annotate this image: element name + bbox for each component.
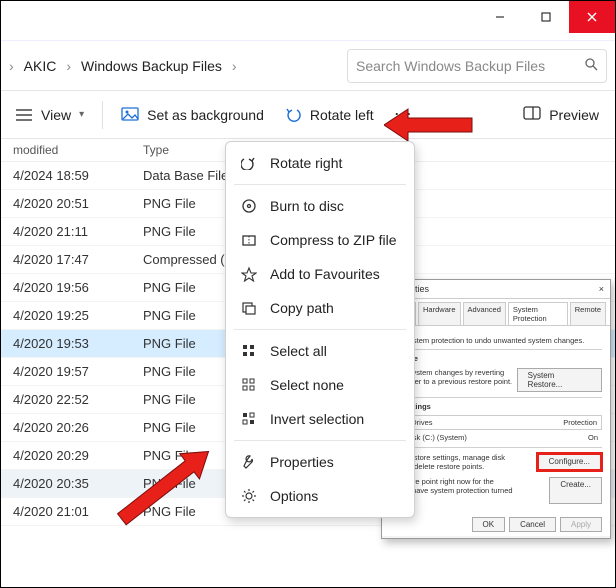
system-properties-dialog: Properties × Name Hardware Advanced Syst… [381, 279, 611, 539]
set-background-label: Set as background [147, 107, 264, 123]
copy-path-icon [240, 299, 258, 317]
column-modified[interactable]: modified [9, 143, 139, 157]
chevron-right-icon: › [66, 58, 71, 74]
tab-hardware[interactable]: Hardware [418, 302, 461, 325]
preview-button[interactable]: Preview [523, 106, 611, 123]
menu-select-none[interactable]: Select none [226, 368, 414, 402]
search-placeholder: Search Windows Backup Files [356, 58, 545, 74]
crumb-item[interactable]: Windows Backup Files [81, 58, 222, 74]
cancel-button[interactable]: Cancel [509, 517, 556, 532]
drive-status: On [588, 433, 598, 442]
menu-label: Add to Favourites [270, 266, 380, 282]
tab-system-protection[interactable]: System Protection [508, 302, 568, 325]
system-restore-button[interactable]: System Restore... [517, 368, 602, 392]
close-button[interactable] [569, 1, 615, 33]
cell-modified: 4/2020 19:25 [9, 308, 139, 323]
view-button[interactable]: View ▾ [5, 100, 94, 130]
menu-label: Invert selection [270, 411, 364, 427]
protection-header: Protection [563, 418, 597, 427]
menu-label: Select none [270, 377, 344, 393]
dialog-text: Use system protection to undo unwanted s… [390, 336, 602, 345]
cell-modified: 4/2020 22:52 [9, 392, 139, 407]
breadcrumb[interactable]: › AKIC › Windows Backup Files › [9, 58, 237, 74]
picture-icon [121, 106, 139, 124]
divider [102, 101, 103, 129]
menu-label: Burn to disc [270, 198, 344, 214]
menu-label: Compress to ZIP file [270, 232, 397, 248]
menu-label: Rotate right [270, 155, 342, 171]
menu-separator [234, 440, 406, 441]
menu-burn[interactable]: Burn to disc [226, 189, 414, 223]
disc-icon [240, 197, 258, 215]
menu-label: Properties [270, 454, 334, 470]
configure-button[interactable]: Configure... [537, 453, 602, 471]
wrench-icon [240, 453, 258, 471]
cell-modified: 4/2020 19:53 [9, 336, 139, 351]
rotate-right-icon [240, 154, 258, 172]
maximize-button[interactable] [523, 1, 569, 33]
chevron-down-icon: ▾ [79, 109, 84, 120]
preview-label: Preview [549, 107, 599, 123]
gear-icon [240, 487, 258, 505]
apply-button[interactable]: Apply [560, 517, 602, 532]
tab-remote[interactable]: Remote [570, 302, 606, 325]
menu-properties[interactable]: Properties [226, 445, 414, 479]
zip-icon [240, 231, 258, 249]
toolbar: View ▾ Set as background Rotate left ⋯ P… [1, 91, 615, 139]
menu-options[interactable]: Options [226, 479, 414, 513]
preview-pane-icon [523, 106, 541, 123]
view-label: View [41, 107, 71, 123]
dialog-close-button[interactable]: × [599, 284, 604, 294]
dialog-tabs: Name Hardware Advanced System Protection… [382, 299, 610, 326]
search-icon [584, 57, 598, 74]
cell-modified: 4/2020 19:57 [9, 364, 139, 379]
menu-invert-selection[interactable]: Invert selection [226, 402, 414, 436]
cell-modified: 4/2020 17:47 [9, 252, 139, 267]
menu-copy-path[interactable]: Copy path [226, 291, 414, 325]
annotation-arrow [111, 441, 241, 551]
chevron-right-icon: › [232, 58, 237, 74]
cell-modified: 4/2024 18:59 [9, 168, 139, 183]
cell-modified: 4/2020 20:51 [9, 196, 139, 211]
rotate-left-label: Rotate left [310, 107, 374, 123]
annotation-arrow [384, 107, 474, 143]
star-icon [240, 265, 258, 283]
menu-separator [234, 184, 406, 185]
menu-separator [234, 329, 406, 330]
search-input[interactable]: Search Windows Backup Files [347, 49, 607, 83]
set-background-button[interactable]: Set as background [111, 100, 274, 130]
select-none-icon [240, 376, 258, 394]
hamburger-icon [15, 106, 33, 124]
crumb-item[interactable]: AKIC [24, 58, 57, 74]
menu-label: Copy path [270, 300, 334, 316]
menu-rotate-right[interactable]: Rotate right [226, 146, 414, 180]
menu-favourites[interactable]: Add to Favourites [226, 257, 414, 291]
select-all-icon [240, 342, 258, 360]
cell-modified: 4/2020 20:26 [9, 420, 139, 435]
menu-zip[interactable]: Compress to ZIP file [226, 223, 414, 257]
cell-modified: 4/2020 19:56 [9, 280, 139, 295]
chevron-right-icon: › [9, 58, 14, 74]
rotate-left-icon [284, 106, 302, 124]
minimize-button[interactable] [477, 1, 523, 33]
rotate-left-button[interactable]: Rotate left [274, 100, 384, 130]
ok-button[interactable]: OK [472, 517, 506, 532]
tab-advanced[interactable]: Advanced [463, 302, 506, 325]
title-bar [1, 1, 615, 41]
address-bar: › AKIC › Windows Backup Files › Search W… [1, 41, 615, 91]
more-menu: Rotate right Burn to disc Compress to ZI… [225, 141, 415, 518]
cell-modified: 4/2020 21:11 [9, 224, 139, 239]
create-button[interactable]: Create... [549, 477, 602, 504]
menu-label: Options [270, 488, 318, 504]
menu-select-all[interactable]: Select all [226, 334, 414, 368]
invert-icon [240, 410, 258, 428]
menu-label: Select all [270, 343, 327, 359]
